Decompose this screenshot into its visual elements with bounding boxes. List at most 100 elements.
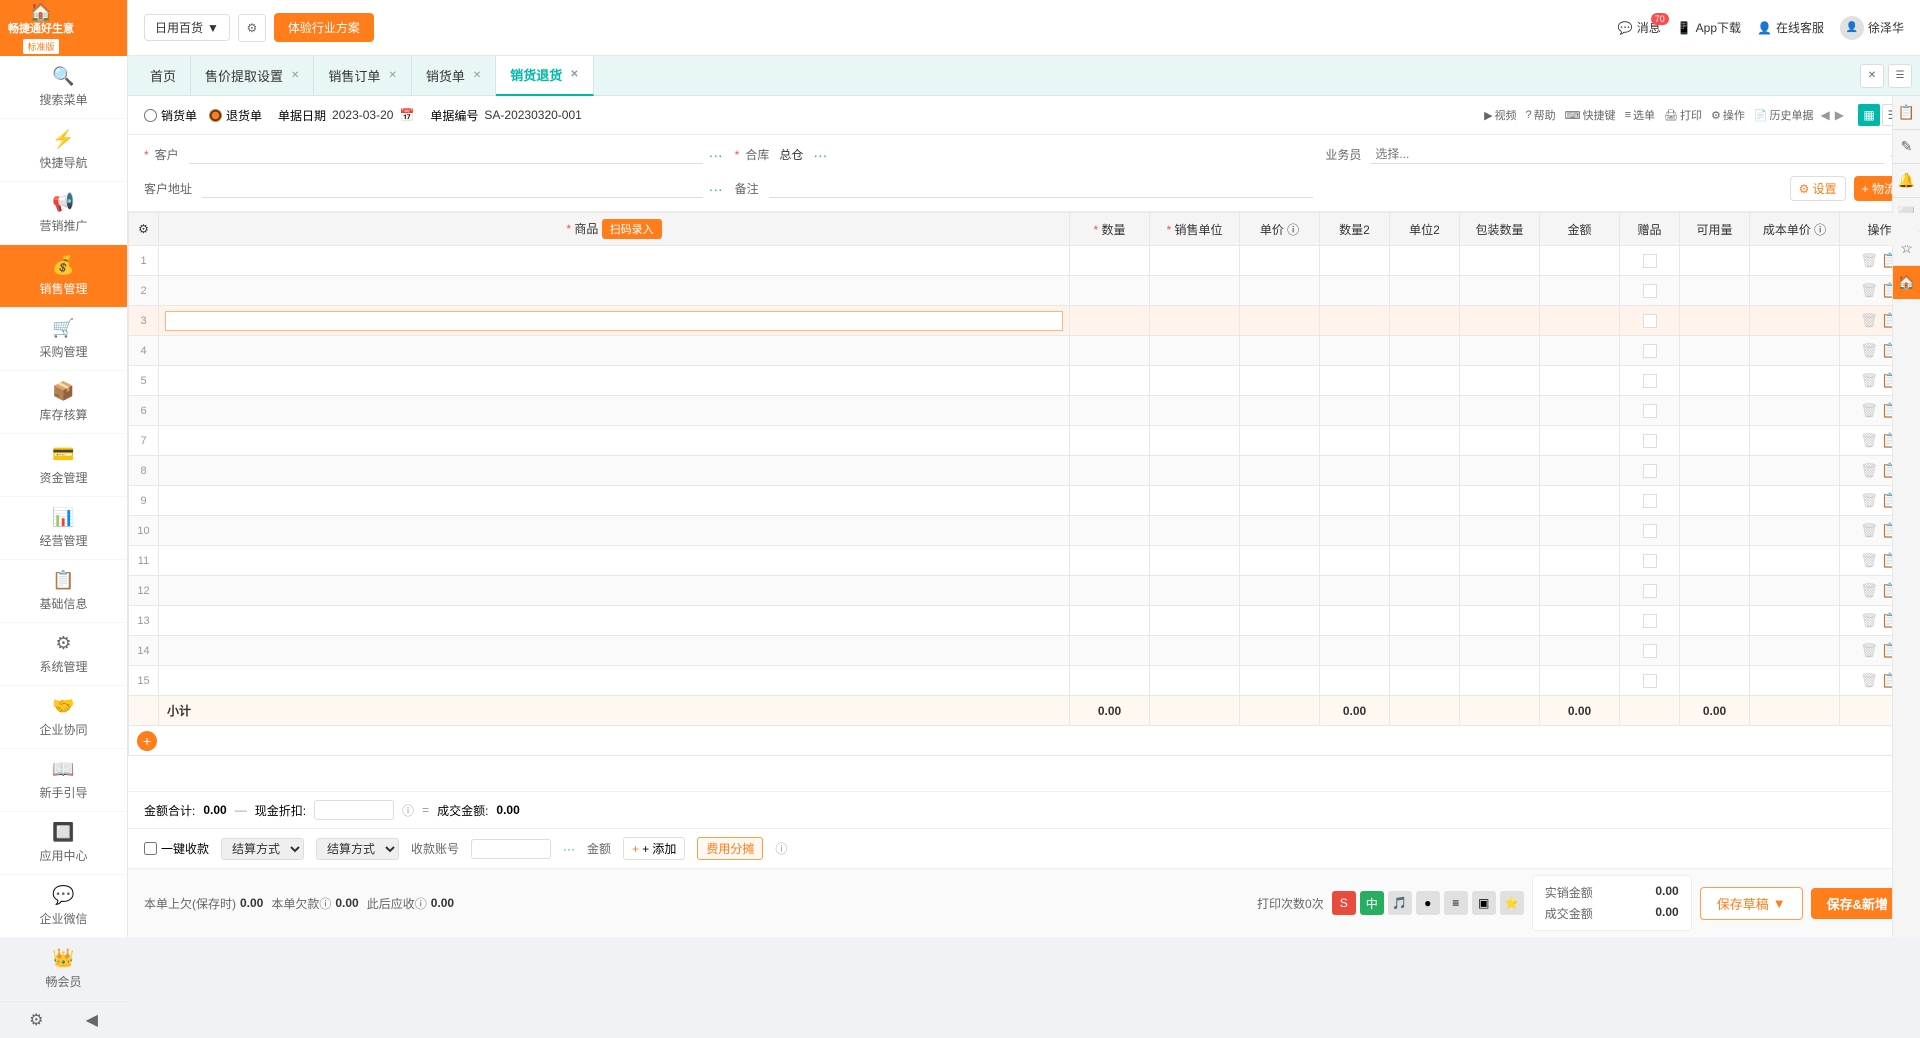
pack-qty-cell[interactable] — [1460, 486, 1540, 516]
sidebar-item-apps[interactable]: 🔲 应用中心 — [0, 812, 127, 875]
price-cell[interactable] — [1240, 336, 1320, 366]
cost-price-cell[interactable] — [1750, 336, 1840, 366]
qty-cell[interactable] — [1070, 246, 1150, 276]
add-row-button[interactable]: + — [137, 731, 157, 751]
gift-checkbox[interactable] — [1643, 434, 1657, 448]
print-btn[interactable]: 🖨 打印 — [1660, 105, 1706, 125]
qty2-cell[interactable] — [1320, 246, 1390, 276]
qty-cell[interactable] — [1070, 456, 1150, 486]
gift-cell[interactable] — [1620, 486, 1680, 516]
qty2-cell[interactable] — [1320, 636, 1390, 666]
amount-cell[interactable] — [1540, 306, 1620, 336]
pack-qty-cell[interactable] — [1460, 246, 1540, 276]
gift-checkbox[interactable] — [1643, 314, 1657, 328]
pack-qty-cell[interactable] — [1460, 306, 1540, 336]
gift-cell[interactable] — [1620, 606, 1680, 636]
sidebar-item-marketing[interactable]: 📢 营销推广 — [0, 182, 127, 245]
footer-icon-s[interactable]: S — [1332, 891, 1356, 915]
right-float-item-6[interactable]: 🏠 — [1893, 266, 1920, 299]
qty2-cell[interactable] — [1320, 426, 1390, 456]
sidebar-collapse-icon[interactable]: ◀ — [86, 1010, 98, 1030]
delete-icon[interactable]: 🗑 — [1860, 432, 1878, 448]
pack-qty-cell[interactable] — [1460, 606, 1540, 636]
sidebar-item-finance[interactable]: 💳 资金管理 — [0, 434, 127, 497]
available-cell[interactable] — [1680, 366, 1750, 396]
col-settings[interactable]: ⚙ — [129, 213, 159, 246]
delete-icon[interactable]: 🗑 — [1860, 462, 1878, 478]
cost-price-cell[interactable] — [1750, 306, 1840, 336]
qty2-cell[interactable] — [1320, 606, 1390, 636]
remark-input[interactable] — [769, 179, 1314, 198]
amount-cell[interactable] — [1540, 246, 1620, 276]
one-click-payment-input[interactable] — [144, 842, 157, 855]
save-new-button[interactable]: 保存&新增 — [1811, 888, 1904, 919]
price-cell[interactable] — [1240, 306, 1320, 336]
amount-cell[interactable] — [1540, 666, 1620, 696]
gift-checkbox[interactable] — [1643, 674, 1657, 688]
radio-sales-bill-input[interactable] — [144, 109, 157, 122]
calc-method-select[interactable]: 结算方式 — [316, 838, 399, 860]
amount-cell[interactable] — [1540, 276, 1620, 306]
grid-view-btn[interactable]: ▦ — [1858, 104, 1880, 126]
cost-price-cell[interactable] — [1750, 516, 1840, 546]
unit2-cell[interactable] — [1390, 576, 1460, 606]
delete-icon[interactable]: 🗑 — [1860, 252, 1878, 268]
qty-cell[interactable] — [1070, 606, 1150, 636]
goods-cell[interactable] — [159, 636, 1070, 666]
price-cell[interactable] — [1240, 486, 1320, 516]
price-cell[interactable] — [1240, 396, 1320, 426]
expense-split-button[interactable]: 费用分摊 — [697, 837, 763, 860]
sidebar-item-purchase[interactable]: 🛒 采购管理 — [0, 308, 127, 371]
tab-menu-button[interactable]: ☰ — [1888, 64, 1912, 88]
tab-home[interactable]: 首页 — [136, 56, 191, 96]
cost-price-cell[interactable] — [1750, 636, 1840, 666]
amount-cell[interactable] — [1540, 456, 1620, 486]
cost-price-cell[interactable] — [1750, 546, 1840, 576]
dots-icon[interactable]: ··· — [563, 842, 575, 856]
delete-icon[interactable]: 🗑 — [1860, 522, 1878, 538]
pack-qty-cell[interactable] — [1460, 636, 1540, 666]
unit2-cell[interactable] — [1390, 366, 1460, 396]
gift-checkbox[interactable] — [1643, 644, 1657, 658]
calendar-icon[interactable]: 📅 — [399, 108, 414, 122]
goods-cell[interactable] — [159, 336, 1070, 366]
available-cell[interactable] — [1680, 246, 1750, 276]
price-cell[interactable] — [1240, 246, 1320, 276]
sidebar-item-quick-nav[interactable]: ⚡ 快捷导航 — [0, 119, 127, 182]
gift-checkbox[interactable] — [1643, 584, 1657, 598]
footer-icon-zh[interactable]: 中 — [1360, 891, 1384, 915]
gift-cell[interactable] — [1620, 246, 1680, 276]
save-draft-button[interactable]: 保存草稿 ▼ — [1700, 887, 1803, 920]
available-cell[interactable] — [1680, 636, 1750, 666]
tab-price-settings-close[interactable]: ✕ — [291, 70, 299, 81]
gift-cell[interactable] — [1620, 576, 1680, 606]
qty2-cell[interactable] — [1320, 456, 1390, 486]
unit-cell[interactable] — [1150, 456, 1240, 486]
sidebar-item-system[interactable]: ⚙ 系统管理 — [0, 623, 127, 686]
amount-cell[interactable] — [1540, 486, 1620, 516]
pack-qty-cell[interactable] — [1460, 336, 1540, 366]
footer-icon-dot[interactable]: ● — [1416, 891, 1440, 915]
gift-checkbox[interactable] — [1643, 284, 1657, 298]
tab-sales-return-close[interactable]: ✕ — [570, 69, 578, 80]
delete-icon[interactable]: 🗑 — [1860, 612, 1878, 628]
gift-checkbox[interactable] — [1643, 374, 1657, 388]
unit-cell[interactable] — [1150, 606, 1240, 636]
address-dots[interactable]: ··· — [709, 181, 723, 197]
qty2-cell[interactable] — [1320, 486, 1390, 516]
gift-cell[interactable] — [1620, 426, 1680, 456]
unit-cell[interactable] — [1150, 636, 1240, 666]
gift-cell[interactable] — [1620, 396, 1680, 426]
available-cell[interactable] — [1680, 516, 1750, 546]
sidebar-item-inventory[interactable]: 📦 库存核算 — [0, 371, 127, 434]
unit2-cell[interactable] — [1390, 516, 1460, 546]
sidebar-item-enterprise[interactable]: 🤝 企业协同 — [0, 686, 127, 749]
pack-qty-cell[interactable] — [1460, 426, 1540, 456]
gift-cell[interactable] — [1620, 666, 1680, 696]
discount-input[interactable] — [314, 800, 394, 820]
tab-price-settings[interactable]: 售价提取设置 ✕ — [191, 56, 314, 96]
available-cell[interactable] — [1680, 576, 1750, 606]
goods-cell[interactable] — [159, 516, 1070, 546]
unit-cell[interactable] — [1150, 486, 1240, 516]
goods-cell[interactable] — [159, 606, 1070, 636]
